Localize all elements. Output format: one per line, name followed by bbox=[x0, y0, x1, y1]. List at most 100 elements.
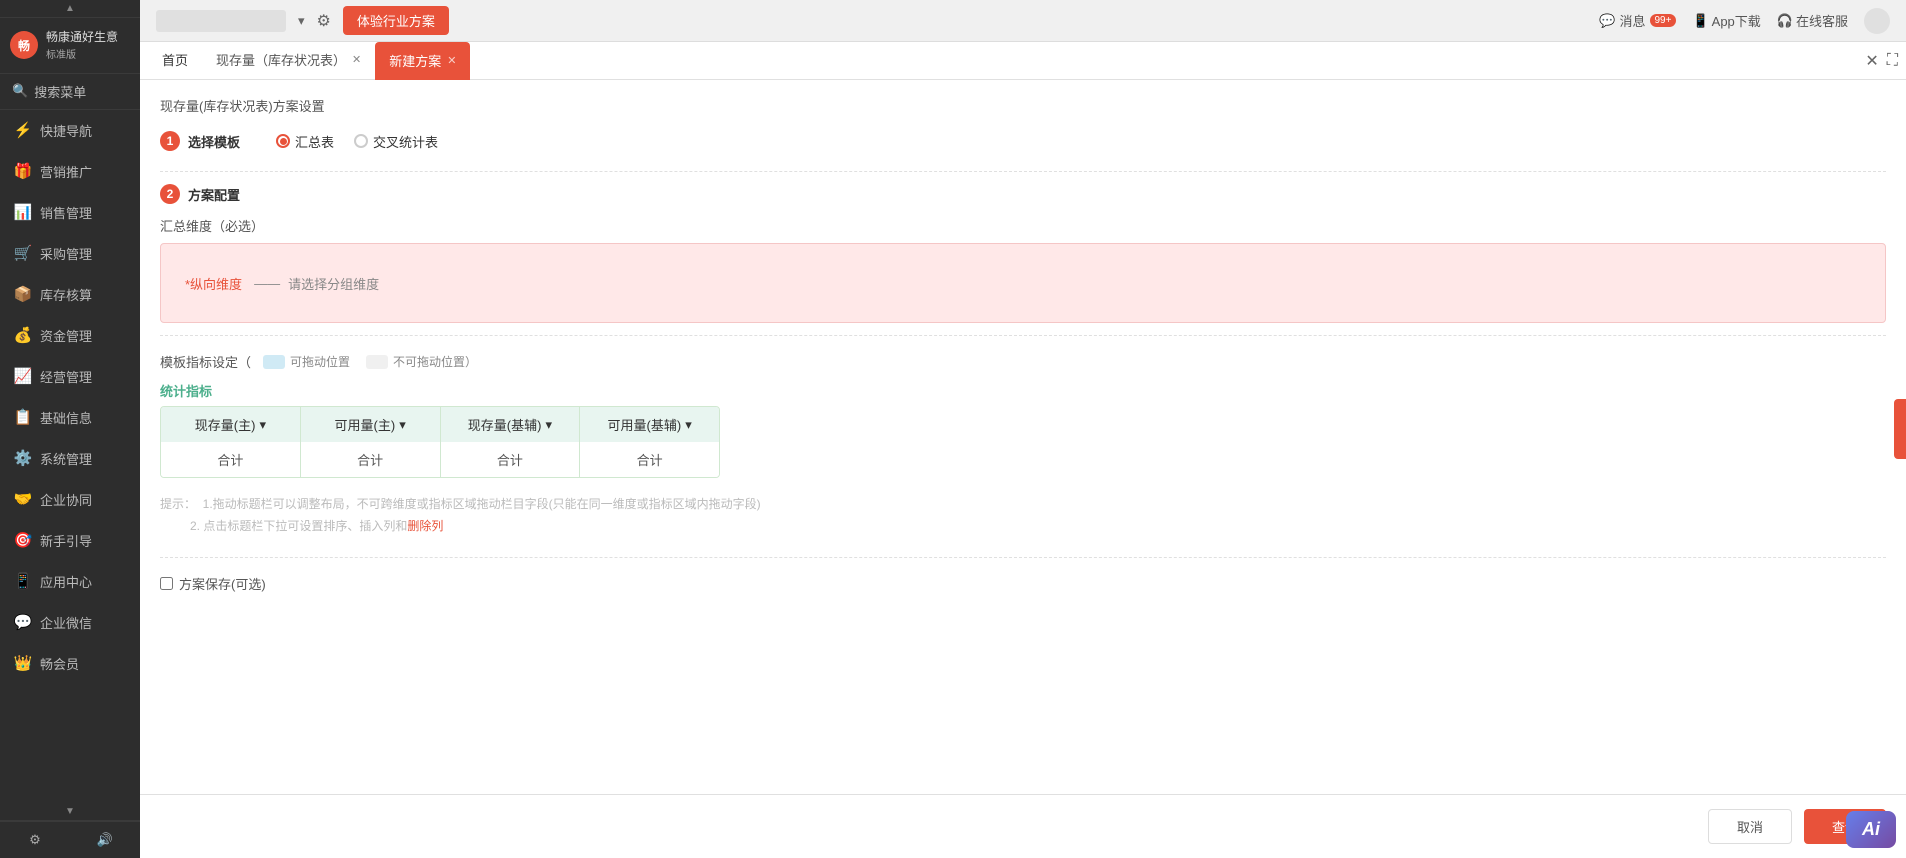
member-icon: 👑 bbox=[14, 654, 32, 672]
dimension-label: 汇总维度（必选） bbox=[160, 216, 1886, 235]
stat-col-dropdown-icon[interactable]: ▾ bbox=[259, 417, 266, 433]
sidebar-item-inventory[interactable]: 📦 库存核算 bbox=[0, 274, 140, 315]
service-button[interactable]: 🎧 在线客服 bbox=[1777, 11, 1848, 30]
sidebar-item-app-center[interactable]: 📱 应用中心 bbox=[0, 561, 140, 602]
stat-col-stock-main[interactable]: 现存量(主) ▾ bbox=[161, 407, 301, 442]
main-content: ▾ ⚙ 体验行业方案 💬 消息 99+ 📱 App下载 🎧 在线客服 首页 bbox=[140, 0, 1906, 858]
stat-table-header: 现存量(主) ▾ 可用量(主) ▾ 现存量(基辅 bbox=[161, 407, 719, 442]
sidebar-bottom: ⚙ 🔊 bbox=[0, 821, 140, 858]
user-menu-button[interactable] bbox=[1864, 8, 1890, 34]
sidebar-item-label: 库存核算 bbox=[40, 285, 92, 304]
sidebar-item-purchase[interactable]: 🛒 采购管理 bbox=[0, 233, 140, 274]
sidebar-item-finance[interactable]: 💰 资金管理 bbox=[0, 315, 140, 356]
sidebar-scroll-up[interactable]: ▲ bbox=[0, 0, 140, 18]
stat-col-available-main[interactable]: 可用量(主) ▾ bbox=[301, 407, 441, 442]
stat-col-dropdown-icon[interactable]: ▾ bbox=[545, 417, 552, 433]
save-option-label: 方案保存(可选) bbox=[179, 574, 266, 593]
stat-col-label: 现存量(主) bbox=[195, 415, 256, 434]
sidebar-item-sales[interactable]: 📊 销售管理 bbox=[0, 192, 140, 233]
sidebar-item-label: 资金管理 bbox=[40, 326, 92, 345]
indicator-legend: 可拖动位置 不可拖动位置） bbox=[263, 353, 477, 370]
indicator-settings-text: 模板指标设定（ bbox=[160, 352, 251, 371]
stat-table-body: 合计 合计 合计 合计 bbox=[161, 442, 719, 477]
sidebar-item-label: 企业微信 bbox=[40, 613, 92, 632]
section-config: 2 方案配置 汇总维度（必选） *纵向维度 —— 请选择分组维度 模板指标设定（… bbox=[160, 184, 1886, 537]
topbar-search-input[interactable] bbox=[156, 10, 286, 32]
indicator-settings-label: 模板指标设定（ 可拖动位置 不可拖动位置） bbox=[160, 352, 1886, 371]
non-draggable-legend-box bbox=[366, 355, 388, 369]
option-summary[interactable]: 汇总表 bbox=[276, 132, 334, 151]
sidebar-scroll-down[interactable]: ▼ bbox=[0, 803, 140, 821]
section2-title: 方案配置 bbox=[188, 185, 240, 204]
template-options: 汇总表 交叉统计表 bbox=[276, 132, 438, 151]
tab-expand-button[interactable]: ⛶ bbox=[1887, 52, 1898, 70]
section1-num: 1 bbox=[160, 131, 180, 151]
tab-new-plan-close[interactable]: ✕ bbox=[447, 54, 456, 67]
sales-icon: 📊 bbox=[14, 203, 32, 221]
message-badge: 99+ bbox=[1650, 14, 1677, 27]
cancel-button[interactable]: 取消 bbox=[1708, 809, 1792, 844]
sidebar-item-wechat[interactable]: 💬 企业微信 bbox=[0, 602, 140, 643]
message-label: 消息 bbox=[1619, 11, 1645, 30]
radio-cross-dot bbox=[354, 134, 368, 148]
message-button[interactable]: 💬 消息 99+ bbox=[1599, 11, 1676, 30]
option-cross[interactable]: 交叉统计表 bbox=[354, 132, 438, 151]
trial-btn[interactable]: 体验行业方案 bbox=[343, 6, 449, 35]
stat-col-dropdown-icon[interactable]: ▾ bbox=[685, 417, 692, 433]
sidebar-item-label: 系统管理 bbox=[40, 449, 92, 468]
sidebar-item-member[interactable]: 👑 畅会员 bbox=[0, 643, 140, 684]
sidebar-item-quick-nav[interactable]: ⚡ 快捷导航 bbox=[0, 110, 140, 151]
tips-title: 提示： 1.拖动标题栏可以调整布局，不可跨维度或指标区域拖动栏目字段(只能在同一… bbox=[160, 494, 1886, 516]
tab-new-plan[interactable]: 新建方案 ✕ bbox=[375, 42, 470, 80]
sidebar-item-cooperation[interactable]: 🤝 企业协同 bbox=[0, 479, 140, 520]
tab-inventory-status-close[interactable]: ✕ bbox=[352, 53, 361, 66]
stat-col-header: 现存量(基辅) ▾ bbox=[445, 415, 576, 434]
dimension-area[interactable]: *纵向维度 —— 请选择分组维度 bbox=[160, 243, 1886, 323]
divider-2 bbox=[160, 335, 1886, 336]
topbar-gear-button[interactable]: ⚙ bbox=[317, 11, 331, 31]
page-footer: 取消 查询 bbox=[140, 794, 1906, 858]
ai-badge[interactable]: Ai bbox=[1846, 811, 1896, 848]
app-download-button[interactable]: 📱 App下载 bbox=[1692, 11, 1760, 30]
app-download-label: App下载 bbox=[1712, 11, 1761, 30]
search-menu-label: 搜索菜单 bbox=[34, 82, 86, 101]
topbar: ▾ ⚙ 体验行业方案 💬 消息 99+ 📱 App下载 🎧 在线客服 bbox=[140, 0, 1906, 42]
sidebar-item-system[interactable]: ⚙️ 系统管理 bbox=[0, 438, 140, 479]
sidebar-item-label: 畅会员 bbox=[40, 654, 79, 673]
sidebar-item-marketing[interactable]: 🎁 营销推广 bbox=[0, 151, 140, 192]
tab-inventory-status[interactable]: 现存量（库存状况表） ✕ bbox=[202, 42, 375, 80]
tab-inventory-status-label: 现存量（库存状况表） bbox=[216, 50, 346, 69]
right-panel-handle[interactable] bbox=[1894, 399, 1906, 459]
section2-num: 2 bbox=[160, 184, 180, 204]
stat-col-stock-aux[interactable]: 现存量(基辅) ▾ bbox=[441, 407, 581, 442]
sound-button[interactable]: 🔊 bbox=[70, 822, 140, 858]
page-breadcrumb: 现存量(库存状况表)方案设置 bbox=[160, 96, 1886, 115]
topbar-dropdown-button[interactable]: ▾ bbox=[298, 13, 305, 29]
stat-col-available-aux[interactable]: 可用量(基辅) ▾ bbox=[580, 407, 719, 442]
save-option: 方案保存(可选) bbox=[160, 574, 1886, 593]
operations-icon: 📈 bbox=[14, 367, 32, 385]
dimension-placeholder: 请选择分组维度 bbox=[288, 274, 379, 293]
tab-home-label: 首页 bbox=[162, 50, 188, 69]
sidebar-item-newbie[interactable]: 🎯 新手引导 bbox=[0, 520, 140, 561]
tips-item-2: 2. 点击标题栏下拉可设置排序、插入列和删除列 bbox=[160, 516, 1886, 538]
system-icon: ⚙️ bbox=[14, 449, 32, 467]
settings-button[interactable]: ⚙ bbox=[0, 822, 70, 858]
search-icon: 🔍 bbox=[12, 83, 28, 99]
sidebar-item-base-info[interactable]: 📋 基础信息 bbox=[0, 397, 140, 438]
sidebar-item-label: 新手引导 bbox=[40, 531, 92, 550]
tab-home[interactable]: 首页 bbox=[148, 42, 202, 80]
search-menu-item[interactable]: 🔍 搜索菜单 bbox=[0, 74, 140, 110]
draggable-legend-label: 可拖动位置 bbox=[290, 353, 350, 370]
wechat-icon: 💬 bbox=[14, 613, 32, 631]
save-checkbox[interactable] bbox=[160, 577, 173, 590]
sidebar-logo: 畅 畅康通好生意 标准版 bbox=[0, 18, 140, 74]
stat-col-dropdown-icon[interactable]: ▾ bbox=[399, 417, 406, 433]
cooperation-icon: 🤝 bbox=[14, 490, 32, 508]
sidebar-item-label: 快捷导航 bbox=[40, 121, 92, 140]
tab-close-all-button[interactable]: ✕ bbox=[1865, 51, 1878, 71]
section-template: 1 选择模板 汇总表 交叉统计表 bbox=[160, 131, 1886, 151]
sidebar-item-label: 应用中心 bbox=[40, 572, 92, 591]
sidebar-item-operations[interactable]: 📈 经营管理 bbox=[0, 356, 140, 397]
app-center-icon: 📱 bbox=[14, 572, 32, 590]
